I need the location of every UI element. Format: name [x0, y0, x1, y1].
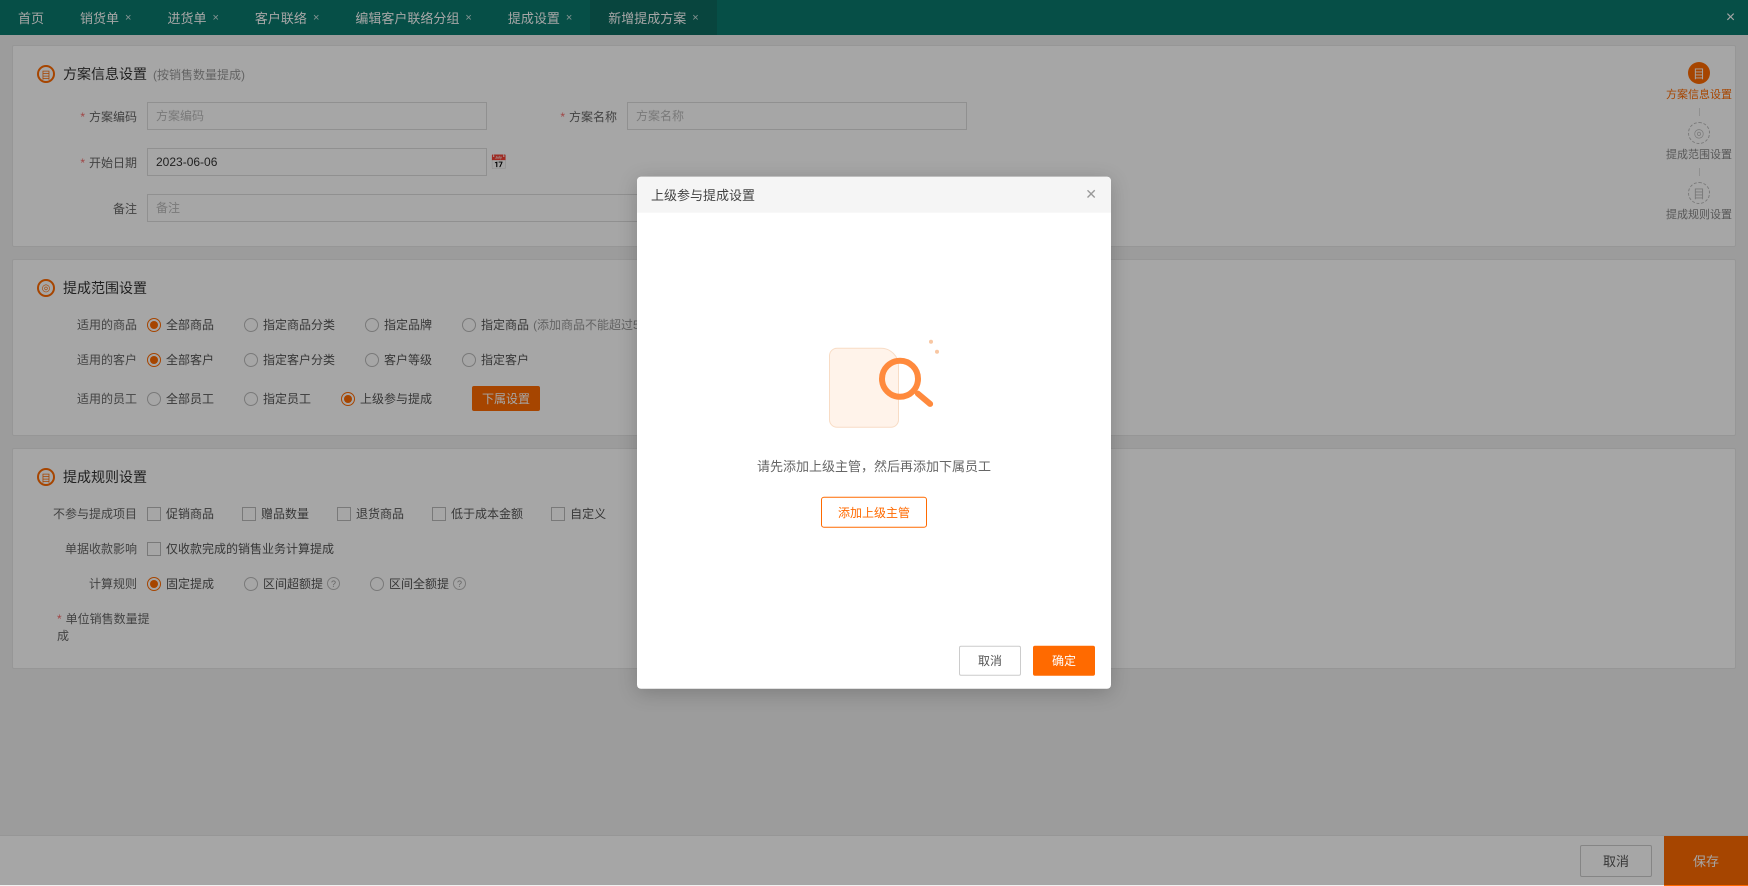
modal-cancel-button[interactable]: 取消 [959, 645, 1021, 675]
modal-title: 上级参与提成设置 [651, 185, 755, 204]
add-superior-button[interactable]: 添加上级主管 [821, 496, 927, 527]
modal-close-icon[interactable]: ✕ [1085, 186, 1097, 203]
empty-state-text: 请先添加上级主管，然后再添加下属员工 [757, 455, 991, 474]
superior-commission-modal: 上级参与提成设置 ✕ 请先添加上级主管，然后再添加下属员工 添加上级主管 取消 … [637, 176, 1111, 688]
modal-ok-button[interactable]: 确定 [1033, 645, 1095, 675]
empty-state-illustration [809, 327, 939, 437]
modal-header: 上级参与提成设置 ✕ [637, 176, 1111, 212]
